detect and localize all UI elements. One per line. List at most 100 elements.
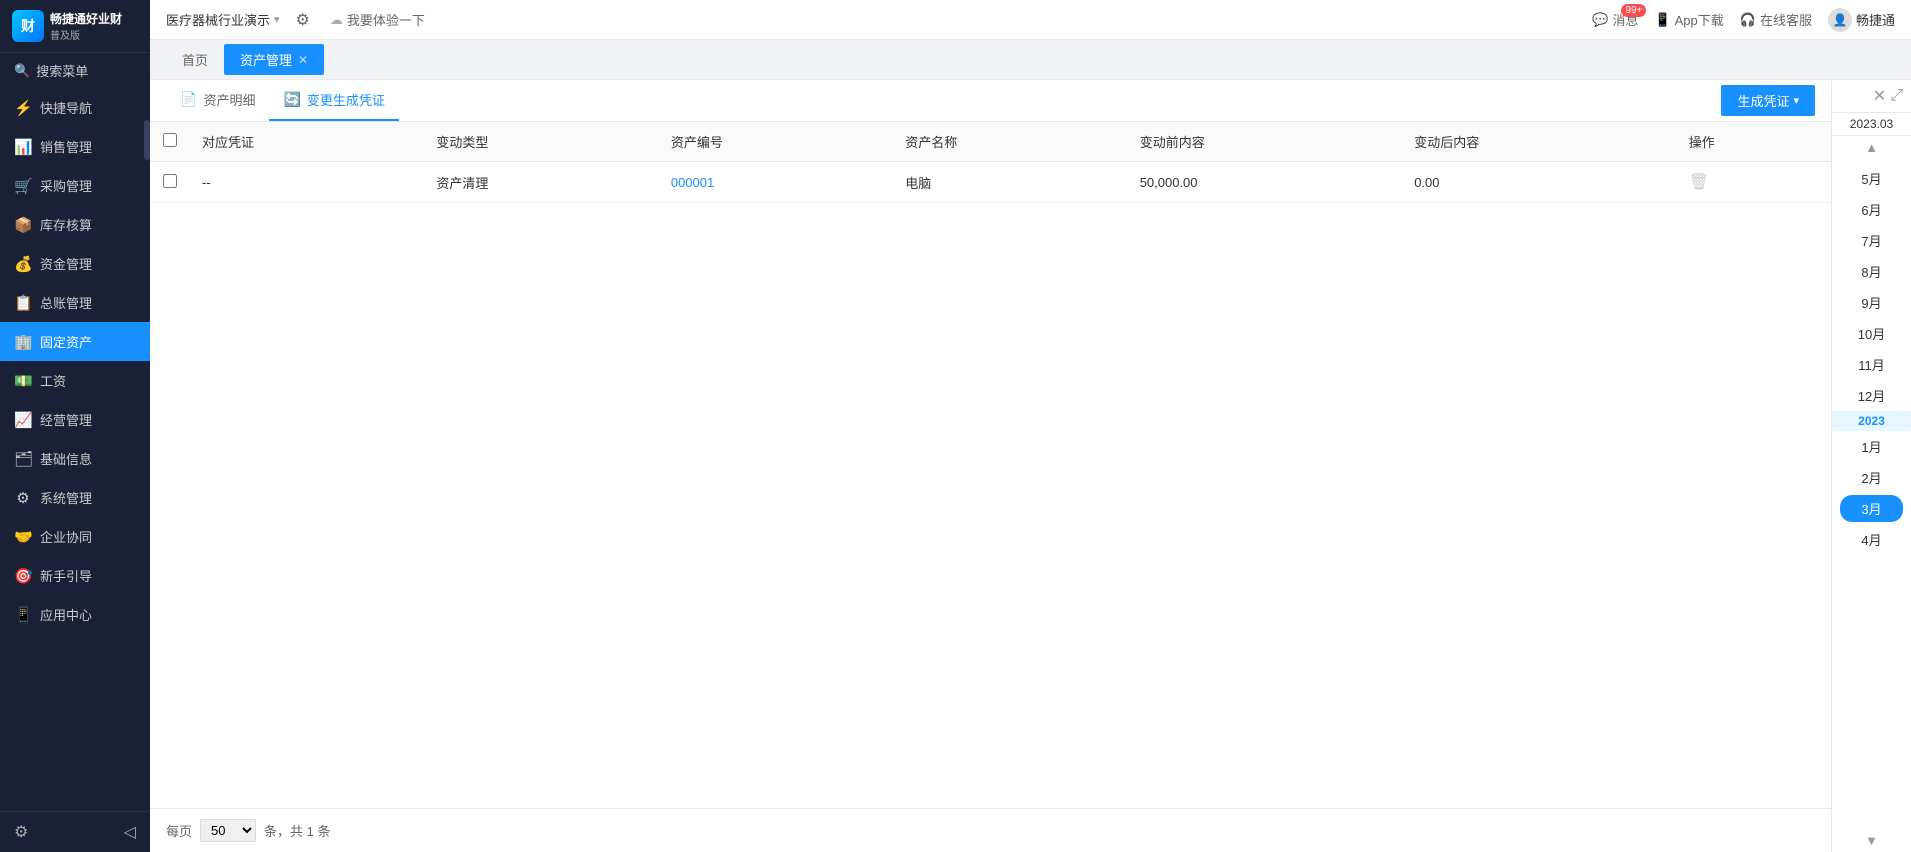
td-operation: 🗑 [1677,162,1831,203]
sidebar-item-business[interactable]: 📈 经营管理 [0,400,150,439]
date-panel: ✕ ⤢ 2023.03 ▲ 5月 6月 7月 8月 9月 10月 11月 12月… [1831,80,1911,852]
scrollbar-thumb[interactable] [144,120,150,160]
th-checkbox [150,122,190,162]
sidebar-item-app-center[interactable]: 📱 应用中心 [0,595,150,634]
fixed-assets-label: 固定资产 [40,332,92,351]
asset-detail-icon: 📄 [180,91,197,108]
app-download-label: App下载 [1675,10,1724,29]
sidebar-item-sales[interactable]: 📊 销售管理 [0,127,150,166]
messages-button[interactable]: 💬 消息 99+ [1592,10,1638,29]
search-icon: 🔍 [14,63,30,79]
tab-asset-management[interactable]: 资产管理 ✕ [224,44,324,75]
date-4[interactable]: 4月 [1832,524,1911,555]
select-all-checkbox[interactable] [163,133,177,147]
topbar-settings-icon[interactable]: ⚙ [296,10,310,30]
th-asset-name: 资产名称 [893,122,1127,162]
trial-button[interactable]: ☁ 我要体验一下 [330,10,425,29]
payroll-label: 工资 [40,371,66,390]
panel-close-icon[interactable]: ✕ [1873,86,1886,106]
date-11[interactable]: 11月 [1832,349,1911,380]
date-7[interactable]: 7月 [1832,225,1911,256]
date-scroll-down[interactable]: ▼ [1832,829,1911,852]
date-6[interactable]: 6月 [1832,194,1911,225]
online-service-button[interactable]: 🎧 在线客服 [1740,10,1812,29]
sidebar: 财 畅捷通好业财 普及版 🔍 搜索菜单 ⚡ 快捷导航 📊 销售管理 🛒 采购管理… [0,0,150,852]
search-menu[interactable]: 🔍 搜索菜单 [0,53,150,88]
generate-btn-arrow-icon: ▾ [1793,94,1799,107]
messages-badge: 99+ [1621,4,1646,17]
app-download-button[interactable]: 📱 App下载 [1654,10,1723,29]
tab-home-label: 首页 [182,53,208,68]
date-1[interactable]: 1月 [1832,431,1911,462]
business-label: 经营管理 [40,410,92,429]
content-area: 📄 资产明细 🔄 变更生成凭证 生成凭证 ▾ [150,80,1911,852]
generate-voucher-button[interactable]: 生成凭证 ▾ [1721,85,1815,116]
quick-nav-icon: ⚡ [14,99,32,117]
ledger-icon: 📋 [14,294,32,312]
date-2[interactable]: 2月 [1832,462,1911,493]
sidebar-item-payroll[interactable]: 💵 工资 [0,361,150,400]
basic-info-icon: 🗂 [14,450,32,468]
date-12[interactable]: 12月 [1832,380,1911,411]
service-icon: 🎧 [1740,12,1756,28]
avatar: 👤 [1828,8,1852,32]
user-menu[interactable]: 👤 畅捷通 [1828,8,1895,32]
asset-table: 对应凭证 变动类型 资产编号 资产名称 [150,122,1831,203]
basic-info-label: 基础信息 [40,449,92,468]
change-voucher-icon: 🔄 [283,91,300,108]
inventory-icon: 📦 [14,216,32,234]
per-page-select[interactable]: 10 20 50 100 [200,819,256,842]
sidebar-item-inventory[interactable]: 📦 库存核算 [0,205,150,244]
delete-icon[interactable]: 🗑 [1689,174,1709,191]
total-label: 条，共 1 条 [264,821,330,840]
sidebar-item-enterprise[interactable]: 🤝 企业协同 [0,517,150,556]
tab-asset-detail[interactable]: 📄 资产明细 [166,80,269,121]
search-label: 搜索菜单 [36,61,88,80]
inventory-label: 库存核算 [40,215,92,234]
sidebar-nav: 🔍 搜索菜单 ⚡ 快捷导航 📊 销售管理 🛒 采购管理 📦 库存核算 💰 资金管… [0,53,150,811]
tab-close-icon[interactable]: ✕ [298,53,308,67]
settings-bottom-icon[interactable]: ⚙ [14,822,28,842]
messages-icon: 💬 [1592,12,1608,28]
purchase-icon: 🛒 [14,177,32,195]
payroll-icon: 💵 [14,372,32,390]
panel-expand-icon[interactable]: ⤢ [1890,87,1903,105]
service-label: 在线客服 [1760,10,1812,29]
th-before-change: 变动前内容 [1128,122,1403,162]
collapse-icon[interactable]: ◁ [124,822,136,842]
sidebar-item-quick-nav[interactable]: ⚡ 快捷导航 [0,88,150,127]
sidebar-item-system[interactable]: ⚙ 系统管理 [0,478,150,517]
date-5[interactable]: 5月 [1832,163,1911,194]
tab-change-voucher[interactable]: 🔄 变更生成凭证 [269,80,398,121]
th-voucher: 对应凭证 [190,122,424,162]
date-9[interactable]: 9月 [1832,287,1911,318]
th-change-type: 变动类型 [424,122,658,162]
company-selector[interactable]: 医疗器械行业演示 ▾ [166,10,280,29]
sidebar-item-ledger[interactable]: 📋 总账管理 [0,283,150,322]
sidebar-item-funds[interactable]: 💰 资金管理 [0,244,150,283]
sidebar-item-basic-info[interactable]: 🗂 基础信息 [0,439,150,478]
tab-home[interactable]: 首页 [166,44,224,75]
tab-change-voucher-label: 变更生成凭证 [307,90,385,109]
td-change-type: 资产清理 [424,162,658,203]
date-8[interactable]: 8月 [1832,256,1911,287]
panel-header: ✕ ⤢ [1832,80,1911,113]
sales-icon: 📊 [14,138,32,156]
td-checkbox [150,162,190,203]
guide-label: 新手引导 [40,566,92,585]
sidebar-item-guide[interactable]: 🎯 新手引导 [0,556,150,595]
company-name: 医疗器械行业演示 [166,10,270,29]
year-2023[interactable]: 2023 [1832,411,1911,431]
sidebar-item-purchase[interactable]: 🛒 采购管理 [0,166,150,205]
date-10[interactable]: 10月 [1832,318,1911,349]
logo-text-block: 畅捷通好业财 普及版 [50,10,122,42]
date-scroll-up[interactable]: ▲ [1832,136,1911,159]
enterprise-label: 企业协同 [40,527,92,546]
date-3-current[interactable]: 3月 [1840,495,1903,522]
nav-tabs: 首页 资产管理 ✕ [150,40,1911,80]
topbar-right: 💬 消息 99+ 📱 App下载 🎧 在线客服 👤 畅捷通 [1592,8,1895,32]
sidebar-item-fixed-assets[interactable]: 🏢 固定资产 [0,322,150,361]
inner-tabs-bar: 📄 资产明细 🔄 变更生成凭证 生成凭证 ▾ [150,80,1831,122]
row-checkbox[interactable] [163,174,177,188]
trial-icon: ☁ [330,12,343,28]
